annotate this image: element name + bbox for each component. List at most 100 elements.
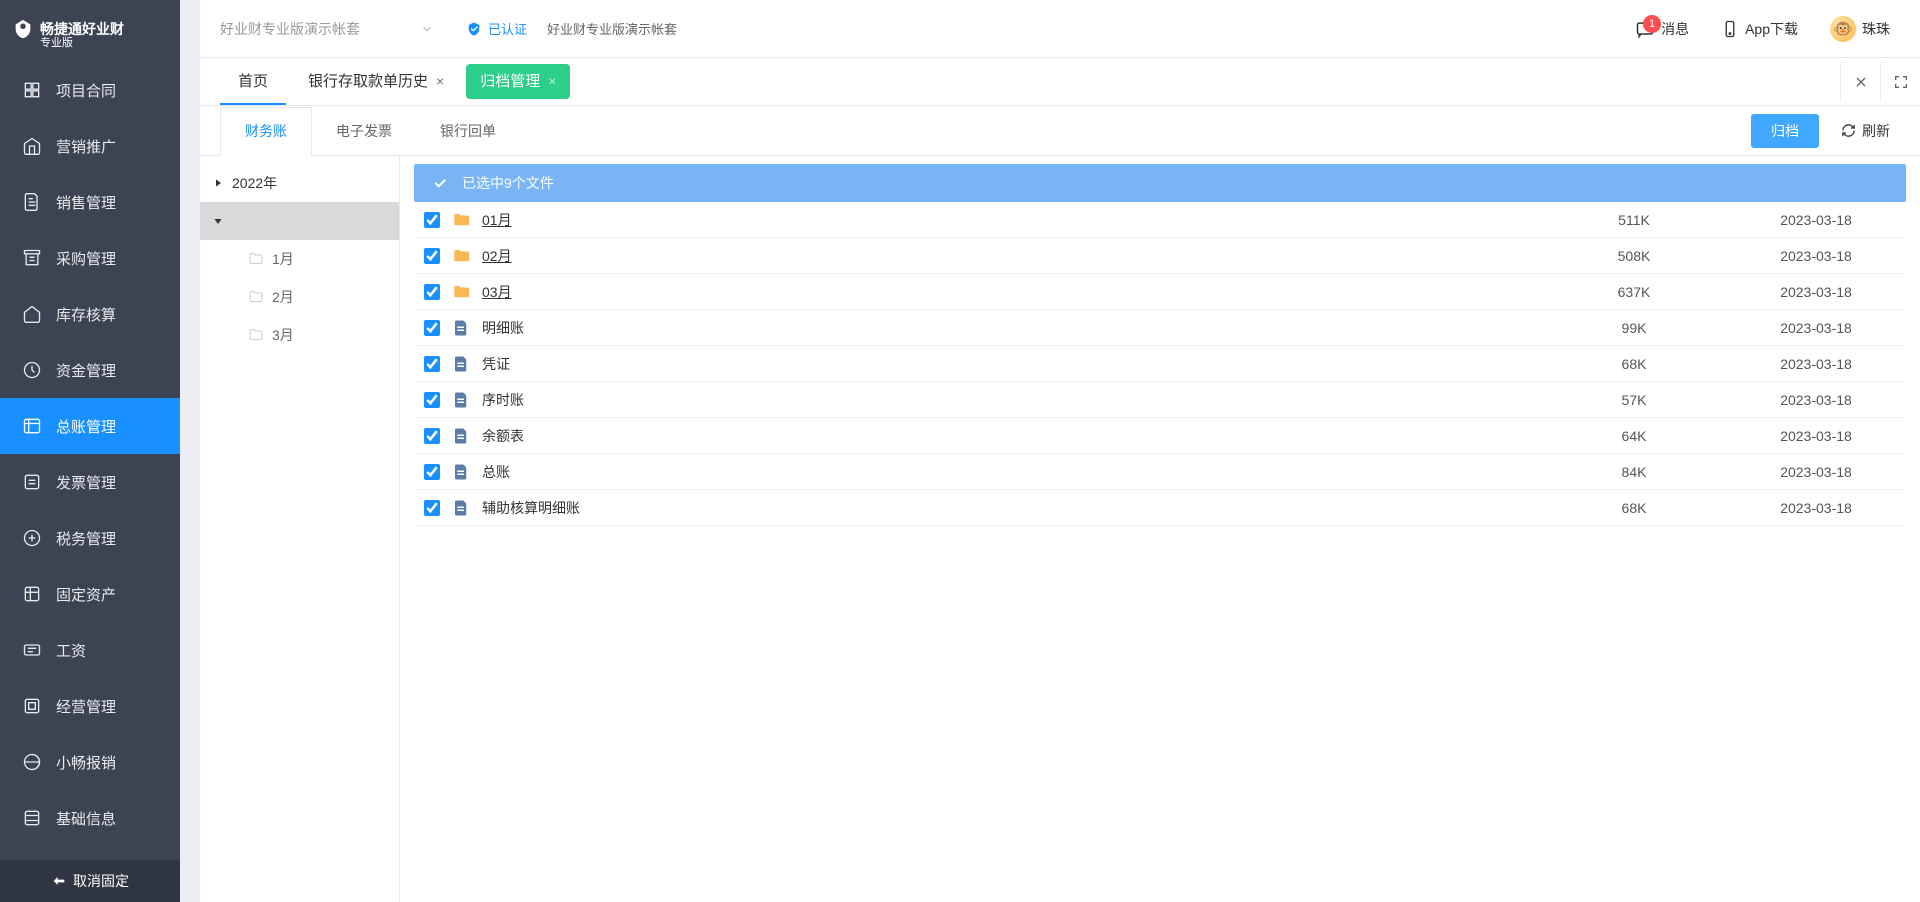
file-row[interactable]: 03月637K2023-03-18	[414, 274, 1906, 310]
tree-month-3[interactable]: 3月	[200, 316, 399, 354]
file-row[interactable]: 余额表64K2023-03-18	[414, 418, 1906, 454]
archive-button[interactable]: 归档	[1751, 114, 1819, 148]
sidebar-item-5[interactable]: 资金管理	[0, 342, 180, 398]
file-checkbox[interactable]	[424, 356, 440, 372]
subtab-finance[interactable]: 财务账	[220, 107, 312, 156]
menu-label: 发票管理	[56, 472, 116, 493]
tree-month-2[interactable]: 2月	[200, 278, 399, 316]
file-name[interactable]: 01月	[482, 210, 1532, 230]
content: 2022年 2023年 1月 2月 3月	[200, 156, 1920, 902]
sidebar-item-9[interactable]: 固定资产	[0, 566, 180, 622]
menu-icon	[22, 192, 42, 212]
file-checkbox[interactable]	[424, 212, 440, 228]
tab-bank-history[interactable]: 银行存取款单历史 ×	[290, 58, 462, 105]
file-checkbox[interactable]	[424, 464, 440, 480]
sidebar-item-12[interactable]: 小畅报销	[0, 734, 180, 790]
folder-icon	[452, 247, 470, 265]
file-row[interactable]: 02月 508K 2023-03-18	[414, 238, 1906, 274]
file-row[interactable]: 明细账99K2023-03-18	[414, 310, 1906, 346]
folder-icon	[248, 327, 264, 343]
file-name: 辅助核算明细账	[482, 498, 1532, 518]
file-row[interactable]: 序时账57K2023-03-18	[414, 382, 1906, 418]
sidebar-item-2[interactable]: 销售管理	[0, 174, 180, 230]
user-menu[interactable]: 🐵 珠珠	[1820, 16, 1900, 42]
sidebar-item-4[interactable]: 库存核算	[0, 286, 180, 342]
file-name[interactable]: 03月	[482, 282, 1532, 302]
refresh-label: 刷新	[1862, 121, 1890, 141]
sidebar-scrollbar[interactable]	[180, 0, 200, 902]
app-download-label: App下载	[1745, 19, 1798, 39]
file-name: 总账	[482, 462, 1532, 482]
refresh-button[interactable]: 刷新	[1831, 114, 1900, 148]
folder-icon	[452, 211, 470, 229]
close-all-tabs-button[interactable]	[1840, 62, 1880, 102]
file-size: 508K	[1544, 248, 1724, 264]
caret-right-icon	[212, 177, 224, 189]
file-date: 2023-03-18	[1736, 212, 1896, 228]
selection-bar: 已选中9个文件	[414, 164, 1906, 202]
sidebar-item-3[interactable]: 采购管理	[0, 230, 180, 286]
file-row[interactable]: 总账84K2023-03-18	[414, 454, 1906, 490]
menu-label: 经营管理	[56, 696, 116, 717]
file-name: 序时账	[482, 390, 1532, 410]
file-date: 2023-03-18	[1736, 284, 1896, 300]
fullscreen-icon	[1893, 74, 1909, 90]
file-checkbox[interactable]	[424, 284, 440, 300]
file-checkbox[interactable]	[424, 248, 440, 264]
check-icon	[432, 175, 448, 191]
file-row[interactable]: 01月511K2023-03-18	[414, 202, 1906, 238]
file-icon	[452, 427, 470, 445]
close-icon[interactable]: ×	[436, 73, 444, 89]
sidebar-item-1[interactable]: 营销推广	[0, 118, 180, 174]
sidebar-item-10[interactable]: 工资	[0, 622, 180, 678]
tree-year-2023[interactable]: 2023年	[200, 202, 399, 240]
fullscreen-button[interactable]	[1880, 62, 1920, 102]
sidebar-item-8[interactable]: 税务管理	[0, 510, 180, 566]
menu-label: 税务管理	[56, 528, 116, 549]
tab-archive-label: 归档管理	[480, 70, 540, 91]
close-icon[interactable]: ×	[548, 73, 556, 89]
tab-archive-mgmt[interactable]: 归档管理 ×	[466, 64, 570, 99]
file-size: 68K	[1544, 356, 1724, 372]
shield-check-icon	[466, 21, 482, 37]
menu-icon	[22, 304, 42, 324]
unpin-button[interactable]: 取消固定	[0, 860, 180, 902]
sidebar-item-0[interactable]: 项目合同	[0, 62, 180, 118]
menu-label: 工资	[56, 640, 86, 661]
tree-month-label: 1月	[272, 249, 294, 269]
tree-month-1[interactable]: 1月	[200, 240, 399, 278]
subtab-einvoice[interactable]: 电子发票	[312, 106, 416, 155]
file-name[interactable]: 02月	[482, 246, 1532, 266]
account-selector[interactable]: 好业财专业版演示帐套	[220, 19, 434, 39]
chevron-down-icon	[420, 22, 434, 36]
sidebar-menu: 项目合同营销推广销售管理采购管理库存核算资金管理总账管理发票管理税务管理固定资产…	[0, 58, 180, 860]
menu-label: 总账管理	[56, 416, 116, 437]
tree-year-2022[interactable]: 2022年	[200, 164, 399, 202]
logo-icon	[12, 18, 34, 40]
file-checkbox[interactable]	[424, 428, 440, 444]
tab-home[interactable]: 首页	[220, 58, 286, 105]
sidebar-item-7[interactable]: 发票管理	[0, 454, 180, 510]
sidebar-item-11[interactable]: 经营管理	[0, 678, 180, 734]
menu-icon	[22, 136, 42, 156]
menu-icon	[22, 416, 42, 436]
menu-label: 库存核算	[56, 304, 116, 325]
sidebar-item-14[interactable]: 系统管理	[0, 846, 180, 860]
file-checkbox[interactable]	[424, 392, 440, 408]
menu-icon	[22, 528, 42, 548]
menu-label: 固定资产	[56, 584, 116, 605]
messages-button[interactable]: 1 消息	[1625, 19, 1699, 39]
file-row[interactable]: 辅助核算明细账68K2023-03-18	[414, 490, 1906, 526]
menu-label: 资金管理	[56, 360, 116, 381]
tab-bank-history-label: 银行存取款单历史	[308, 70, 428, 91]
app-download-button[interactable]: App下载	[1711, 19, 1808, 39]
tree-year-label: 2023年	[232, 211, 277, 231]
file-date: 2023-03-18	[1736, 248, 1896, 264]
file-checkbox[interactable]	[424, 320, 440, 336]
folder-icon	[452, 283, 470, 301]
file-row[interactable]: 凭证68K2023-03-18	[414, 346, 1906, 382]
file-checkbox[interactable]	[424, 500, 440, 516]
subtab-bankreceipt[interactable]: 银行回单	[416, 106, 520, 155]
sidebar-item-6[interactable]: 总账管理	[0, 398, 180, 454]
sidebar-item-13[interactable]: 基础信息	[0, 790, 180, 846]
